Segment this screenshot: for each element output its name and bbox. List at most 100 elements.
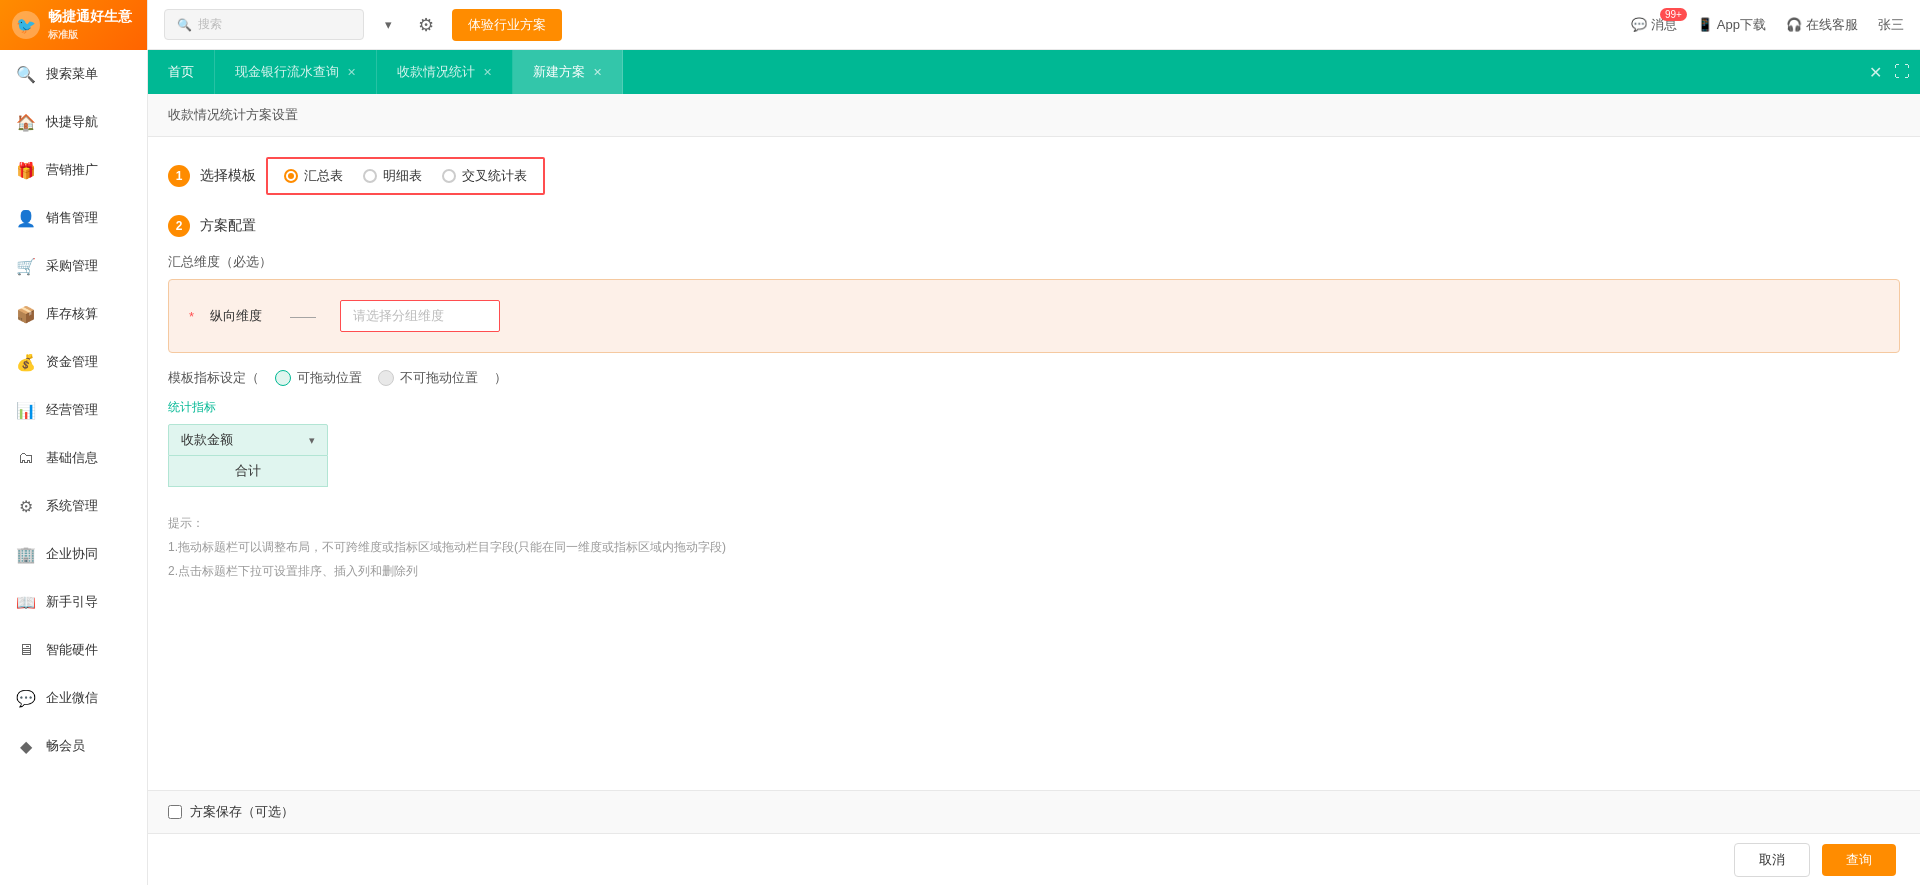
sales-icon: 👤: [16, 208, 36, 228]
inventory-icon: 📦: [16, 304, 36, 324]
sidebar-item-label: 基础信息: [46, 449, 98, 467]
sidebar-item-wechat[interactable]: 💬 企业微信: [0, 674, 147, 722]
radio-summary-circle: [284, 169, 298, 183]
operations-icon: 📊: [16, 400, 36, 420]
sidebar-item-label: 畅会员: [46, 737, 85, 755]
template-options-box: 汇总表 明细表 交叉统计表: [266, 157, 545, 195]
sidebar-item-purchase[interactable]: 🛒 采购管理: [0, 242, 147, 290]
dimension-select[interactable]: 请选择分组维度: [340, 300, 500, 332]
sidebar-item-label: 新手引导: [46, 593, 98, 611]
message-badge: 99+: [1660, 8, 1687, 21]
search-icon: 🔍: [177, 18, 192, 32]
sidebar-item-label: 企业协同: [46, 545, 98, 563]
dimension-section-label: 汇总维度（必选）: [168, 253, 1900, 271]
radio-cross[interactable]: 交叉统计表: [442, 167, 527, 185]
tip2: 2.点击标题栏下拉可设置排序、插入列和删除列: [168, 559, 1900, 583]
finance-icon: 💰: [16, 352, 36, 372]
search-icon: 🔍: [16, 64, 36, 84]
sidebar-item-system[interactable]: ⚙ 系统管理: [0, 482, 147, 530]
support-label: 在线客服: [1806, 16, 1858, 34]
metrics-cell: 合计: [168, 456, 328, 487]
topbar-gear[interactable]: ⚙: [412, 11, 440, 39]
support-btn[interactable]: 🎧 在线客服: [1786, 16, 1858, 34]
logo-icon: 🐦: [12, 11, 40, 39]
radio-detail-label: 明细表: [383, 167, 422, 185]
logo-text: 畅捷通好生意: [48, 8, 132, 26]
page-body: 1 选择模板 汇总表 明细表: [148, 137, 1920, 790]
sidebar-nav: 🔍 搜索菜单 🏠 快捷导航 🎁 营销推广 👤 销售管理 🛒 采购管理 📦 库存核…: [0, 50, 147, 885]
section-template: 1 选择模板 汇总表 明细表: [168, 157, 1900, 195]
sidebar-item-label: 系统管理: [46, 497, 98, 515]
sidebar-item-guide[interactable]: 📖 新手引导: [0, 578, 147, 626]
metrics-hint-title: 模板指标设定（: [168, 369, 259, 387]
sidebar-item-operations[interactable]: 📊 经营管理: [0, 386, 147, 434]
metrics-section: 模板指标设定（ 可拖动位置 不可拖动位置 ） 统计指标: [168, 369, 1900, 487]
dimension-row: * 纵向维度 —— 请选择分组维度: [189, 300, 1879, 332]
metrics-header[interactable]: 收款金额 ▾: [168, 424, 328, 456]
tab-collection-stat-label: 收款情况统计: [397, 63, 475, 81]
hint-no-drag: 不可拖动位置: [378, 369, 478, 387]
sidebar-item-label: 快捷导航: [46, 113, 98, 131]
tab-cash-query-close[interactable]: ✕: [347, 66, 356, 79]
dimension-select-text: 请选择分组维度: [353, 307, 444, 325]
sidebar-logo: 🐦 畅捷通好生意 标准版: [0, 0, 147, 50]
draggable-label: 可拖动位置: [297, 369, 362, 387]
tabbar-actions: ✕ ⛶: [1869, 63, 1920, 82]
purchase-icon: 🛒: [16, 256, 36, 276]
cancel-button[interactable]: 取消: [1734, 843, 1810, 877]
industry-btn[interactable]: 体验行业方案: [452, 9, 562, 41]
radio-detail-circle: [363, 169, 377, 183]
tab-new-plan[interactable]: 新建方案 ✕: [513, 50, 623, 94]
sidebar-item-sales[interactable]: 👤 销售管理: [0, 194, 147, 242]
sidebar-item-inventory[interactable]: 📦 库存核算: [0, 290, 147, 338]
section1-title: 选择模板: [200, 167, 256, 185]
sidebar-item-member[interactable]: ◆ 畅会员: [0, 722, 147, 770]
tab-cash-query[interactable]: 现金银行流水查询 ✕: [215, 50, 377, 94]
radio-summary[interactable]: 汇总表: [284, 167, 343, 185]
sidebar-item-enterprise[interactable]: 🏢 企业协同: [0, 530, 147, 578]
bottom-bar: 取消 查询: [148, 833, 1920, 885]
metrics-chevron-icon[interactable]: ▾: [309, 434, 315, 447]
sidebar-item-hardware[interactable]: 🖥 智能硬件: [0, 626, 147, 674]
topbar-search[interactable]: 🔍 搜索: [164, 9, 364, 40]
vertical-dimension-label: 纵向维度: [210, 307, 262, 325]
dimension-arrow: ——: [290, 309, 316, 324]
radio-detail[interactable]: 明细表: [363, 167, 422, 185]
topbar-dropdown[interactable]: ▾: [376, 13, 400, 37]
expand-icon[interactable]: ⛶: [1894, 63, 1910, 81]
tab-collection-stat-close[interactable]: ✕: [483, 66, 492, 79]
tips-section: 提示： 1.拖动标题栏可以调整布局，不可跨维度或指标区域拖动栏目字段(只能在同一…: [168, 511, 1900, 583]
user-name[interactable]: 张三: [1878, 16, 1904, 34]
radio-cross-label: 交叉统计表: [462, 167, 527, 185]
no-drag-indicator: [378, 370, 394, 386]
sidebar-item-label: 采购管理: [46, 257, 98, 275]
download-btn[interactable]: 📱 App下载: [1697, 16, 1766, 34]
save-checkbox[interactable]: [168, 805, 182, 819]
sidebar-item-quick-nav[interactable]: 🏠 快捷导航: [0, 98, 147, 146]
sidebar-item-label: 企业微信: [46, 689, 98, 707]
close-window-icon[interactable]: ✕: [1869, 63, 1882, 82]
metrics-grid: 统计指标 收款金额 ▾ 合计: [168, 399, 328, 487]
tab-new-plan-close[interactable]: ✕: [593, 66, 602, 79]
breadcrumb: 收款情况统计方案设置: [148, 94, 1920, 137]
section2-header: 2 方案配置: [168, 215, 1900, 237]
wechat-icon: 💬: [16, 688, 36, 708]
tip1: 1.拖动标题栏可以调整布局，不可跨维度或指标区域拖动栏目字段(只能在同一维度或指…: [168, 535, 1900, 559]
metrics-hint: 模板指标设定（ 可拖动位置 不可拖动位置 ）: [168, 369, 1900, 387]
sidebar-item-finance[interactable]: 💰 资金管理: [0, 338, 147, 386]
sidebar-item-label: 经营管理: [46, 401, 98, 419]
sidebar-item-basic-info[interactable]: 🗂 基础信息: [0, 434, 147, 482]
save-label: 方案保存（可选）: [190, 803, 294, 821]
message-btn[interactable]: 💬 消息 99+: [1631, 16, 1677, 34]
section-plan-config: 2 方案配置 汇总维度（必选） * 纵向维度 —— 请选择分组维度: [168, 215, 1900, 583]
metrics-category-label: 统计指标: [168, 399, 328, 416]
tabbar: 首页 现金银行流水查询 ✕ 收款情况统计 ✕ 新建方案 ✕ ✕ ⛶: [148, 50, 1920, 94]
tab-home[interactable]: 首页: [148, 50, 215, 94]
sidebar: 🐦 畅捷通好生意 标准版 🔍 搜索菜单 🏠 快捷导航 🎁 营销推广 👤 销售管理…: [0, 0, 148, 885]
topbar: 🔍 搜索 ▾ ⚙ 体验行业方案 💬 消息 99+ 📱 App下载 🎧 在线客服 …: [148, 0, 1920, 50]
sidebar-item-search[interactable]: 🔍 搜索菜单: [0, 50, 147, 98]
sidebar-item-marketing[interactable]: 🎁 营销推广: [0, 146, 147, 194]
tab-collection-stat[interactable]: 收款情况统计 ✕: [377, 50, 513, 94]
query-button[interactable]: 查询: [1822, 844, 1896, 876]
hint-draggable: 可拖动位置: [275, 369, 362, 387]
